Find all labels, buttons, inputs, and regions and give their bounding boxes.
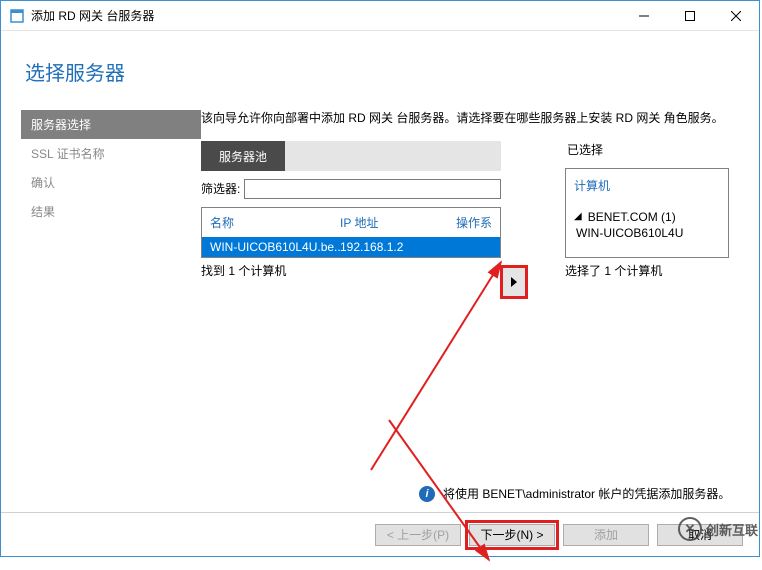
selected-box: 计算机 ◢ BENET.COM (1) WIN-UICOB610L4U: [565, 168, 729, 258]
sidebar: 服务器选择 SSL 证书名称 确认 结果: [1, 110, 201, 512]
window-title: 添加 RD 网关 台服务器: [31, 7, 621, 24]
sidebar-item-server-selection[interactable]: 服务器选择: [21, 110, 201, 139]
info-row: i 将使用 BENET\administrator 帐户的凭据添加服务器。: [419, 485, 730, 502]
selected-label: 已选择: [565, 141, 729, 158]
col-name[interactable]: 名称: [210, 214, 340, 231]
tab-server-pool[interactable]: 服务器池: [201, 141, 285, 171]
watermark-icon: ✕: [678, 517, 702, 541]
selected-footer: 选择了 1 个计算机: [565, 262, 729, 279]
tree-root[interactable]: ◢ BENET.COM (1): [574, 210, 720, 224]
pool-footer: 找到 1 个计算机: [201, 262, 501, 279]
info-icon: i: [419, 486, 435, 502]
server-pool-column: 服务器池 筛选器: 名称 IP 地址 操作系: [201, 141, 501, 279]
sidebar-item-result[interactable]: 结果: [21, 197, 201, 226]
table-row[interactable]: WIN-UICOB610L4U.be... 192.168.1.2: [202, 237, 500, 257]
window-controls: [621, 1, 759, 30]
col-os[interactable]: 操作系: [430, 214, 492, 231]
sidebar-item-confirm[interactable]: 确认: [21, 168, 201, 197]
watermark-text: 创新互联: [706, 520, 758, 539]
wizard-description: 该向导允许你向部署中添加 RD 网关 台服务器。请选择要在哪些服务器上安装 RD…: [201, 110, 735, 127]
page-title: 选择服务器: [1, 31, 759, 86]
dialog-window: 添加 RD 网关 台服务器 选择服务器 服务器选择 SSL 证书名称 确认 结果…: [0, 0, 760, 557]
maximize-button[interactable]: [667, 1, 713, 30]
col-ip[interactable]: IP 地址: [340, 214, 430, 231]
server-pool-table: 名称 IP 地址 操作系 WIN-UICOB610L4U.be... 192.1…: [201, 207, 501, 258]
two-column-layout: 服务器池 筛选器: 名称 IP 地址 操作系: [201, 141, 735, 279]
sidebar-item-ssl-cert[interactable]: SSL 证书名称: [21, 139, 201, 168]
add-button[interactable]: 添加: [563, 524, 649, 546]
filter-row: 筛选器:: [201, 179, 501, 199]
add-server-button[interactable]: [500, 265, 528, 299]
filter-input[interactable]: [244, 179, 501, 199]
annotation-arrow-1: [361, 250, 561, 480]
cell-ip: 192.168.1.2: [340, 240, 430, 254]
footer: < 上一步(P) 下一步(N) > 添加 取消: [1, 512, 759, 556]
chevron-down-icon: ◢: [574, 211, 582, 222]
close-button[interactable]: [713, 1, 759, 30]
tab-bar: 服务器池: [201, 141, 501, 171]
selected-column: 已选择 计算机 ◢ BENET.COM (1) WIN-UICOB610L4U …: [565, 141, 729, 279]
prev-button[interactable]: < 上一步(P): [375, 524, 461, 546]
content-area: 选择服务器 服务器选择 SSL 证书名称 确认 结果 该向导允许你向部署中添加 …: [1, 31, 759, 556]
filter-label: 筛选器:: [201, 180, 240, 197]
selected-header: 计算机: [574, 177, 720, 194]
info-text: 将使用 BENET\administrator 帐户的凭据添加服务器。: [443, 485, 730, 502]
titlebar: 添加 RD 网关 台服务器: [1, 1, 759, 31]
next-button[interactable]: 下一步(N) >: [469, 524, 555, 546]
watermark: ✕ 创新互联: [678, 517, 758, 541]
main-panel: 该向导允许你向部署中添加 RD 网关 台服务器。请选择要在哪些服务器上安装 RD…: [201, 110, 759, 512]
tree-root-label: BENET.COM (1): [588, 210, 676, 224]
cell-name: WIN-UICOB610L4U.be...: [210, 240, 340, 254]
body: 服务器选择 SSL 证书名称 确认 结果 该向导允许你向部署中添加 RD 网关 …: [1, 86, 759, 512]
tree-child[interactable]: WIN-UICOB610L4U: [574, 226, 720, 240]
arrow-right-icon: [509, 277, 519, 287]
table-header: 名称 IP 地址 操作系: [202, 208, 500, 237]
minimize-button[interactable]: [621, 1, 667, 30]
app-icon: [9, 8, 25, 24]
